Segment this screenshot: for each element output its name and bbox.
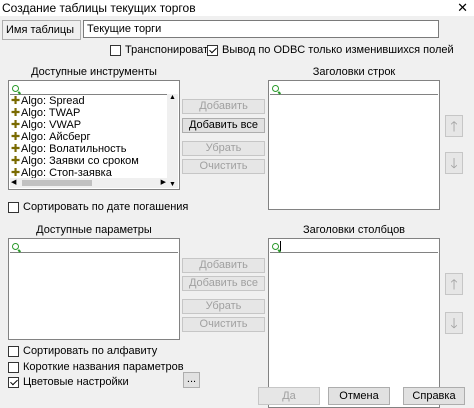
- list-item[interactable]: ✚ Algo: Заявки со сроком: [9, 155, 167, 167]
- add-all-instruments-button[interactable]: Добавить все: [182, 118, 265, 133]
- list-item[interactable]: ✚ Algo: VWAP: [9, 119, 167, 131]
- short-names-label: Короткие названия параметров: [23, 361, 184, 373]
- list-item[interactable]: ✚ Algo: Айсберг: [9, 131, 167, 143]
- arrow-up-icon: 🡑: [450, 276, 458, 292]
- plus-icon[interactable]: ✚: [11, 131, 21, 143]
- title-bar: Создание таблицы текущих торгов ✕: [0, 0, 474, 16]
- list-item-label: Algo: Волатильность: [21, 143, 127, 155]
- transpose-option[interactable]: Транспонировать: [110, 44, 214, 56]
- help-button[interactable]: Справка: [403, 387, 465, 405]
- search-icon: [12, 242, 19, 250]
- color-settings-checkbox[interactable]: [8, 376, 19, 388]
- column-headers-list[interactable]: [268, 238, 440, 408]
- add-param-button[interactable]: Добавить: [182, 258, 265, 273]
- available-params-list[interactable]: [8, 238, 180, 340]
- short-names-checkbox[interactable]: [8, 361, 19, 373]
- remove-instrument-button[interactable]: Убрать: [182, 141, 265, 156]
- instrument-search-row[interactable]: [10, 82, 178, 95]
- list-item-label: Algo: Заявки со сроком: [21, 155, 139, 167]
- plus-icon[interactable]: ✚: [11, 119, 21, 131]
- sort-by-expiry-label: Сортировать по дате погашения: [23, 201, 189, 213]
- sort-by-expiry-checkbox[interactable]: [8, 201, 19, 213]
- scroll-up-arrow-icon[interactable]: ▲: [169, 94, 176, 101]
- remove-param-button[interactable]: Убрать: [182, 299, 265, 314]
- instrument-vertical-scrollbar[interactable]: ▲ ▼: [167, 94, 178, 188]
- list-item[interactable]: ✚ Algo: TWAP: [9, 107, 167, 119]
- list-item-label: Algo: Айсберг: [21, 131, 91, 143]
- available-instruments-list[interactable]: ✚ Algo: Spread ✚ Algo: TWAP ✚ Algo: VWAP ✚ Algo…: [8, 80, 180, 190]
- plus-icon[interactable]: ✚: [11, 107, 21, 119]
- search-icon: [272, 84, 279, 92]
- table-name-label: Имя таблицы: [6, 24, 75, 36]
- row-headers-search-row[interactable]: [270, 82, 438, 95]
- transpose-checkbox[interactable]: [110, 44, 121, 56]
- scroll-right-arrow-icon[interactable]: ▶: [161, 178, 166, 186]
- color-settings-option[interactable]: Цветовые настройки: [8, 376, 129, 388]
- list-item[interactable]: ✚ Algo: Волатильность: [9, 143, 167, 155]
- add-instrument-button[interactable]: Добавить: [182, 99, 265, 114]
- plus-icon[interactable]: ✚: [11, 95, 21, 107]
- table-name-label-box: Имя таблицы: [2, 20, 81, 40]
- search-icon: [12, 84, 19, 92]
- row-headers-label: Заголовки строк: [312, 66, 396, 78]
- column-headers-label: Заголовки столбцов: [302, 224, 406, 236]
- list-item[interactable]: ✚ Algo: Spread: [9, 95, 167, 107]
- odbc-checkbox[interactable]: [207, 44, 218, 56]
- instrument-horizontal-scrollbar[interactable]: ◀ ▶: [10, 178, 167, 188]
- row-headers-list[interactable]: [268, 80, 440, 210]
- params-search-row[interactable]: [10, 240, 178, 253]
- arrow-down-icon: 🡓: [450, 315, 458, 331]
- scroll-down-arrow-icon[interactable]: ▼: [169, 181, 176, 188]
- plus-icon[interactable]: ✚: [11, 155, 21, 167]
- list-item-label: Algo: Spread: [21, 95, 85, 107]
- window-title: Создание таблицы текущих торгов: [2, 1, 196, 15]
- clear-instruments-button[interactable]: Очистить: [182, 159, 265, 174]
- search-icon: [272, 242, 279, 250]
- cancel-button[interactable]: Отмена: [328, 387, 390, 405]
- clear-params-button[interactable]: Очистить: [182, 317, 265, 332]
- sort-by-expiry-option[interactable]: Сортировать по дате погашения: [8, 201, 188, 213]
- add-all-params-button[interactable]: Добавить все: [182, 276, 265, 291]
- table-name-value: Текущие торги: [87, 23, 162, 35]
- available-params-label: Доступные параметры: [36, 224, 152, 236]
- move-column-down-button[interactable]: 🡓: [445, 312, 463, 334]
- close-icon[interactable]: ✕: [457, 0, 468, 16]
- short-names-option[interactable]: Короткие названия параметров: [8, 361, 184, 373]
- list-item-label: Algo: VWAP: [21, 119, 82, 131]
- table-name-input[interactable]: Текущие торги: [83, 20, 439, 38]
- color-settings-ellipsis-button[interactable]: ...: [183, 372, 200, 388]
- move-column-up-button[interactable]: 🡑: [445, 273, 463, 295]
- ok-button[interactable]: Да: [258, 387, 320, 405]
- scroll-thumb[interactable]: [22, 180, 92, 186]
- arrow-down-icon: 🡓: [450, 155, 458, 171]
- column-headers-search-row[interactable]: [270, 240, 438, 253]
- plus-icon[interactable]: ✚: [11, 143, 21, 155]
- sort-alpha-label: Сортировать по алфавиту: [23, 345, 158, 357]
- available-instruments-label: Доступные инструменты: [31, 66, 157, 78]
- list-item-label: Algo: TWAP: [21, 107, 81, 119]
- odbc-option[interactable]: Вывод по ODBC только изменившихся полей: [207, 44, 454, 56]
- move-row-down-button[interactable]: 🡓: [445, 152, 463, 174]
- scroll-left-arrow-icon[interactable]: ◀: [11, 178, 16, 186]
- instrument-items: ✚ Algo: Spread ✚ Algo: TWAP ✚ Algo: VWAP ✚ Algo…: [9, 95, 167, 179]
- odbc-label: Вывод по ODBC только изменившихся полей: [222, 44, 454, 56]
- color-settings-label: Цветовые настройки: [23, 376, 129, 388]
- sort-alpha-checkbox[interactable]: [8, 345, 19, 357]
- move-row-up-button[interactable]: 🡑: [445, 115, 463, 137]
- arrow-up-icon: 🡑: [450, 118, 458, 134]
- transpose-label: Транспонировать: [125, 44, 214, 56]
- sort-alpha-option[interactable]: Сортировать по алфавиту: [8, 345, 157, 357]
